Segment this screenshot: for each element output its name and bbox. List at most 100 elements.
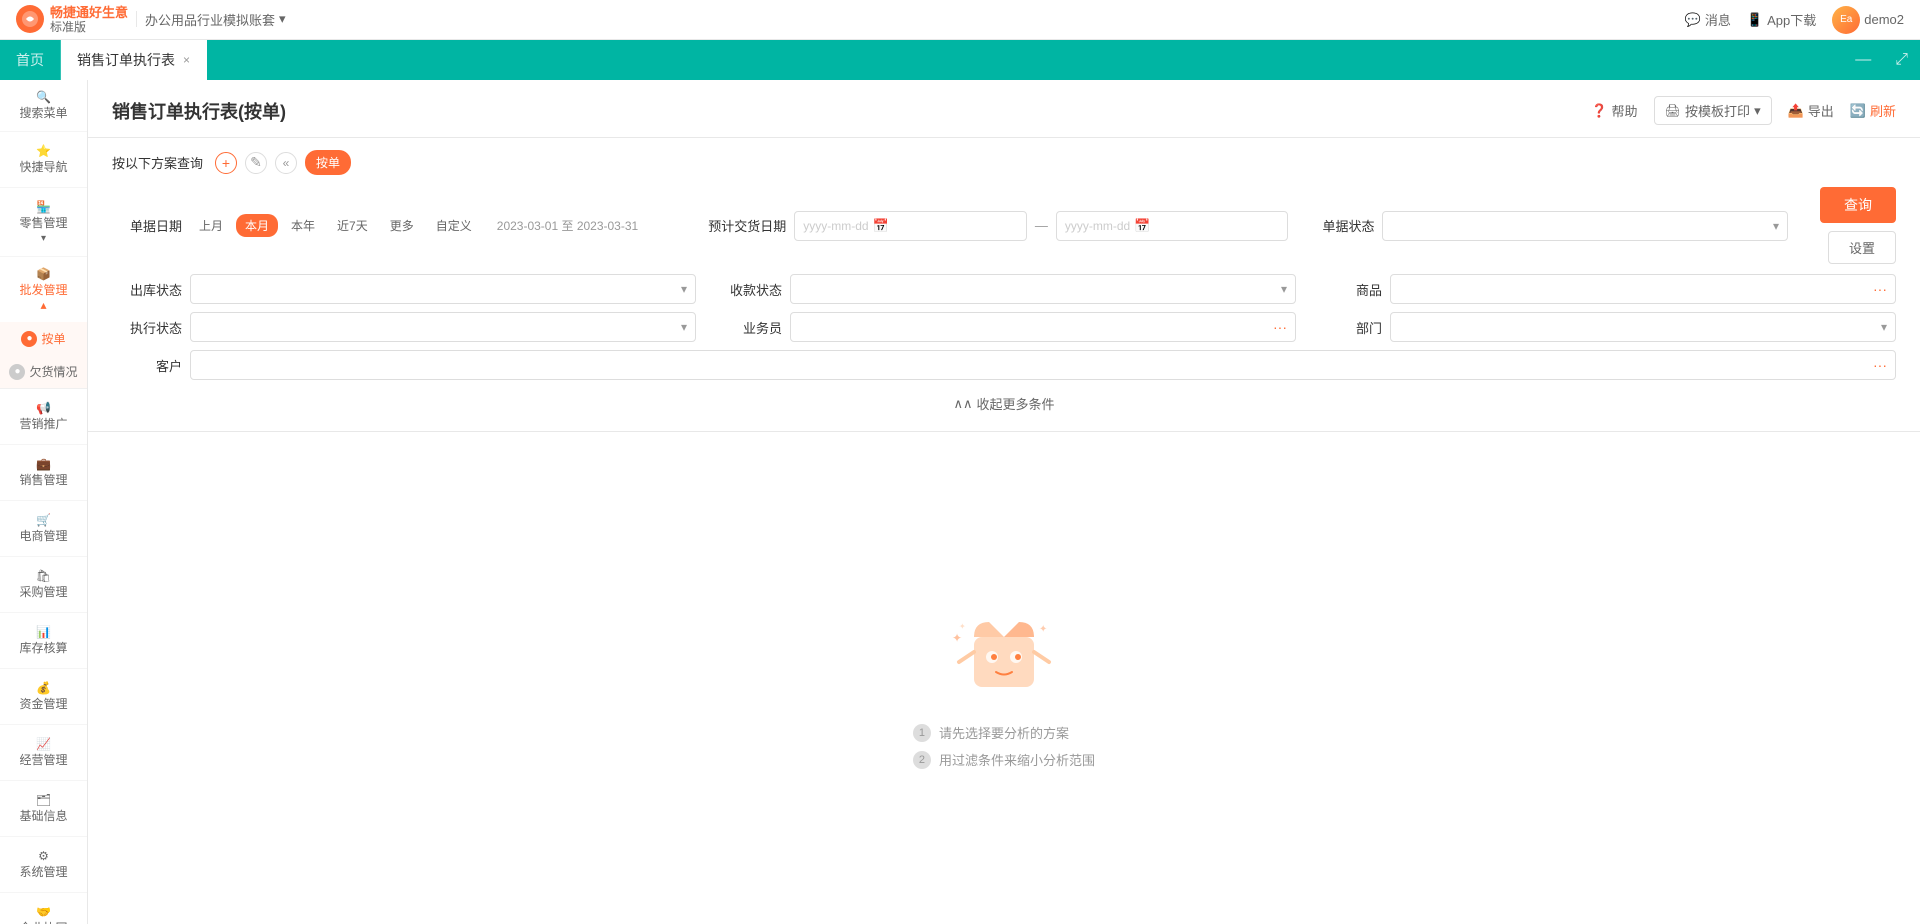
svg-text:✦: ✦	[952, 631, 962, 645]
date-tab-this-year[interactable]: 本年	[282, 214, 324, 237]
filter-row-3: 执行状态 ▾ 业务员 ··· 部门	[112, 312, 1896, 342]
page-header: 销售订单执行表(按单) ❓ 帮助 🖨 按模板打印 ▾ 📤 导出 🔄 刷新	[88, 80, 1920, 138]
filter-expected-date-item: 预计交货日期 yyyy-mm-dd 📅 — yyyy-mm-dd 📅	[708, 211, 1288, 241]
avatar: Ea	[1832, 6, 1860, 34]
receipt-select[interactable]: ▾	[790, 274, 1296, 304]
message-icon: 💬	[1685, 12, 1701, 28]
filter-status-item: 单据状态 ▾	[1304, 211, 1788, 241]
expected-date-end[interactable]: yyyy-mm-dd 📅	[1056, 211, 1289, 241]
retail-expand-icon: ▾	[41, 233, 46, 244]
sidebar-item-sales[interactable]: 💼 销售管理	[0, 445, 87, 501]
sidebar-search[interactable]: 🔍 搜索菜单	[0, 80, 87, 132]
edit-scheme-btn[interactable]: ✎	[245, 152, 267, 174]
sidebar-item-retail[interactable]: 🏪 零售管理 ▾	[0, 188, 87, 257]
scheme-order[interactable]: 按单	[305, 150, 351, 175]
date-tab-custom[interactable]: 自定义	[427, 214, 481, 237]
logo-area: 畅捷通好生意 标准版	[16, 5, 128, 35]
sidebar-item-purchase[interactable]: 🛍 采购管理	[0, 557, 87, 613]
date-tab-last-month[interactable]: 上月	[190, 214, 232, 237]
date-tab-last7[interactable]: 近7天	[328, 214, 377, 237]
edit-icon: ✎	[250, 154, 262, 171]
message-btn[interactable]: 💬 消息	[1685, 10, 1731, 29]
setup-btn[interactable]: 设置	[1828, 231, 1896, 264]
filter-exec-item: 执行状态 ▾	[112, 312, 696, 342]
empty-steps: 1 请先选择要分析的方案 2 用过滤条件来缩小分析范围	[913, 723, 1095, 769]
exec-select[interactable]: ▾	[190, 312, 696, 342]
svg-text:✦: ✦	[959, 622, 966, 631]
tab-minimize-btn[interactable]: —	[1843, 51, 1883, 69]
sidebar-item-marketing[interactable]: 📢 营销推广	[0, 389, 87, 445]
top-bar: 畅捷通好生意 标准版 办公用品行业模拟账套 ▾ 💬 消息 📱 App下载 Ea …	[0, 0, 1920, 40]
logo-text: 畅捷通好生意 标准版	[50, 5, 128, 35]
step-2-num: 2	[913, 751, 931, 769]
goods-more-icon[interactable]: ···	[1873, 281, 1887, 297]
receipt-label: 收款状态	[712, 280, 782, 299]
sidebar-item-ecommerce[interactable]: 🛒 电商管理	[0, 501, 87, 557]
print-dropdown-icon: ▾	[1754, 103, 1761, 119]
outbound-select[interactable]: ▾	[190, 274, 696, 304]
export-btn[interactable]: 📤 导出	[1788, 101, 1834, 120]
sidebar-quick-nav[interactable]: ⭐ 快捷导航	[0, 132, 87, 188]
scheme-row: 按以下方案查询 + ✎ « 按单	[112, 150, 1896, 175]
salesperson-label: 业务员	[712, 318, 782, 337]
tab-expand-btn[interactable]: ⤢	[1883, 51, 1920, 69]
expected-date-start[interactable]: yyyy-mm-dd 📅	[794, 211, 1027, 241]
tab-sales-order[interactable]: 销售订单执行表 ×	[61, 40, 207, 80]
sidebar-item-operations[interactable]: 📈 经营管理	[0, 725, 87, 781]
sidebar-item-finance[interactable]: 💰 资金管理	[0, 669, 87, 725]
date-sep: —	[1031, 218, 1052, 233]
dept-chevron-icon: ▾	[1881, 320, 1887, 334]
date-tab-this-month[interactable]: 本月	[236, 214, 278, 237]
sidebar-sub-order[interactable]: ● 按单	[0, 322, 87, 355]
help-icon: ❓	[1591, 103, 1607, 119]
print-template-btn[interactable]: 🖨 按模板打印 ▾	[1654, 96, 1772, 125]
status-select[interactable]: ▾	[1382, 211, 1788, 241]
filter-date-item: 单据日期 上月 本月 本年 近7天 更多 自定义 2023-03-01 至 20…	[112, 214, 692, 237]
customer-input[interactable]: ···	[190, 350, 1896, 380]
goods-input[interactable]: ···	[1390, 274, 1896, 304]
calendar-end-icon: 📅	[1134, 218, 1150, 234]
collapse-up-icon: ∧∧	[953, 396, 972, 412]
salesperson-input[interactable]: ···	[790, 312, 1296, 342]
query-btn[interactable]: 查询	[1820, 187, 1896, 223]
filter-salesperson-item: 业务员 ···	[712, 312, 1296, 342]
sidebar-sub-debt[interactable]: ● 欠货情况	[0, 355, 87, 388]
collapse-scheme-btn[interactable]: «	[275, 152, 297, 174]
order-icon: ●	[21, 331, 37, 347]
add-scheme-btn[interactable]: +	[215, 152, 237, 174]
goods-label: 商品	[1312, 280, 1382, 299]
wholesale-expand-icon: ▴	[40, 298, 46, 312]
date-label: 单据日期	[112, 216, 182, 235]
collapse-more-btn[interactable]: ∧∧ 收起更多条件	[112, 388, 1896, 419]
app-download-btn[interactable]: 📱 App下载	[1747, 10, 1816, 29]
help-btn[interactable]: ❓ 帮助	[1591, 101, 1637, 120]
customer-more-icon[interactable]: ···	[1873, 357, 1887, 373]
nav-tabs: 首页 销售订单执行表 × — ⤢	[0, 40, 1920, 80]
dept-select[interactable]: ▾	[1390, 312, 1896, 342]
date-tabs: 上月 本月 本年 近7天 更多 自定义	[190, 214, 481, 237]
empty-illustration: ✦ ✦ ✦	[944, 587, 1064, 707]
sidebar-item-system[interactable]: ⚙ 系统管理	[0, 837, 87, 893]
step-1-num: 1	[913, 724, 931, 742]
user-area[interactable]: Ea demo2	[1832, 6, 1904, 34]
sidebar-item-enterprise[interactable]: 🤝 企业协同	[0, 893, 87, 924]
sidebar-item-base[interactable]: 🗂 基础信息	[0, 781, 87, 837]
main-layout: 🔍 搜索菜单 ⭐ 快捷导航 🏪 零售管理 ▾ 📦 批发管理 ▴ ● 按单	[0, 80, 1920, 924]
date-tab-more[interactable]: 更多	[381, 214, 423, 237]
filter-row-1: 单据日期 上月 本月 本年 近7天 更多 自定义 2023-03-01 至 20…	[112, 187, 1896, 264]
filter-goods-item: 商品 ···	[1312, 274, 1896, 304]
tab-home[interactable]: 首页	[0, 40, 61, 80]
refresh-btn[interactable]: 🔄 刷新	[1850, 101, 1896, 120]
status-chevron-icon: ▾	[1773, 219, 1779, 233]
sidebar-item-wholesale[interactable]: 📦 批发管理 ▴	[0, 257, 87, 322]
debt-icon: ●	[9, 364, 25, 380]
date-group: 上月 本月 本年 近7天 更多 自定义 2023-03-01 至 2023-03…	[190, 214, 692, 237]
customer-label: 客户	[112, 356, 182, 375]
outbound-chevron-icon: ▾	[681, 282, 687, 296]
sidebar-item-inventory[interactable]: 📊 库存核算	[0, 613, 87, 669]
empty-state: ✦ ✦ ✦ 1 请先选择要分析的方案 2 用过滤条件来缩小分析范围	[88, 432, 1920, 924]
company-selector[interactable]: 办公用品行业模拟账套 ▾	[145, 10, 286, 29]
outbound-label: 出库状态	[112, 280, 182, 299]
salesperson-more-icon[interactable]: ···	[1273, 319, 1287, 335]
tab-close-icon[interactable]: ×	[183, 53, 190, 67]
